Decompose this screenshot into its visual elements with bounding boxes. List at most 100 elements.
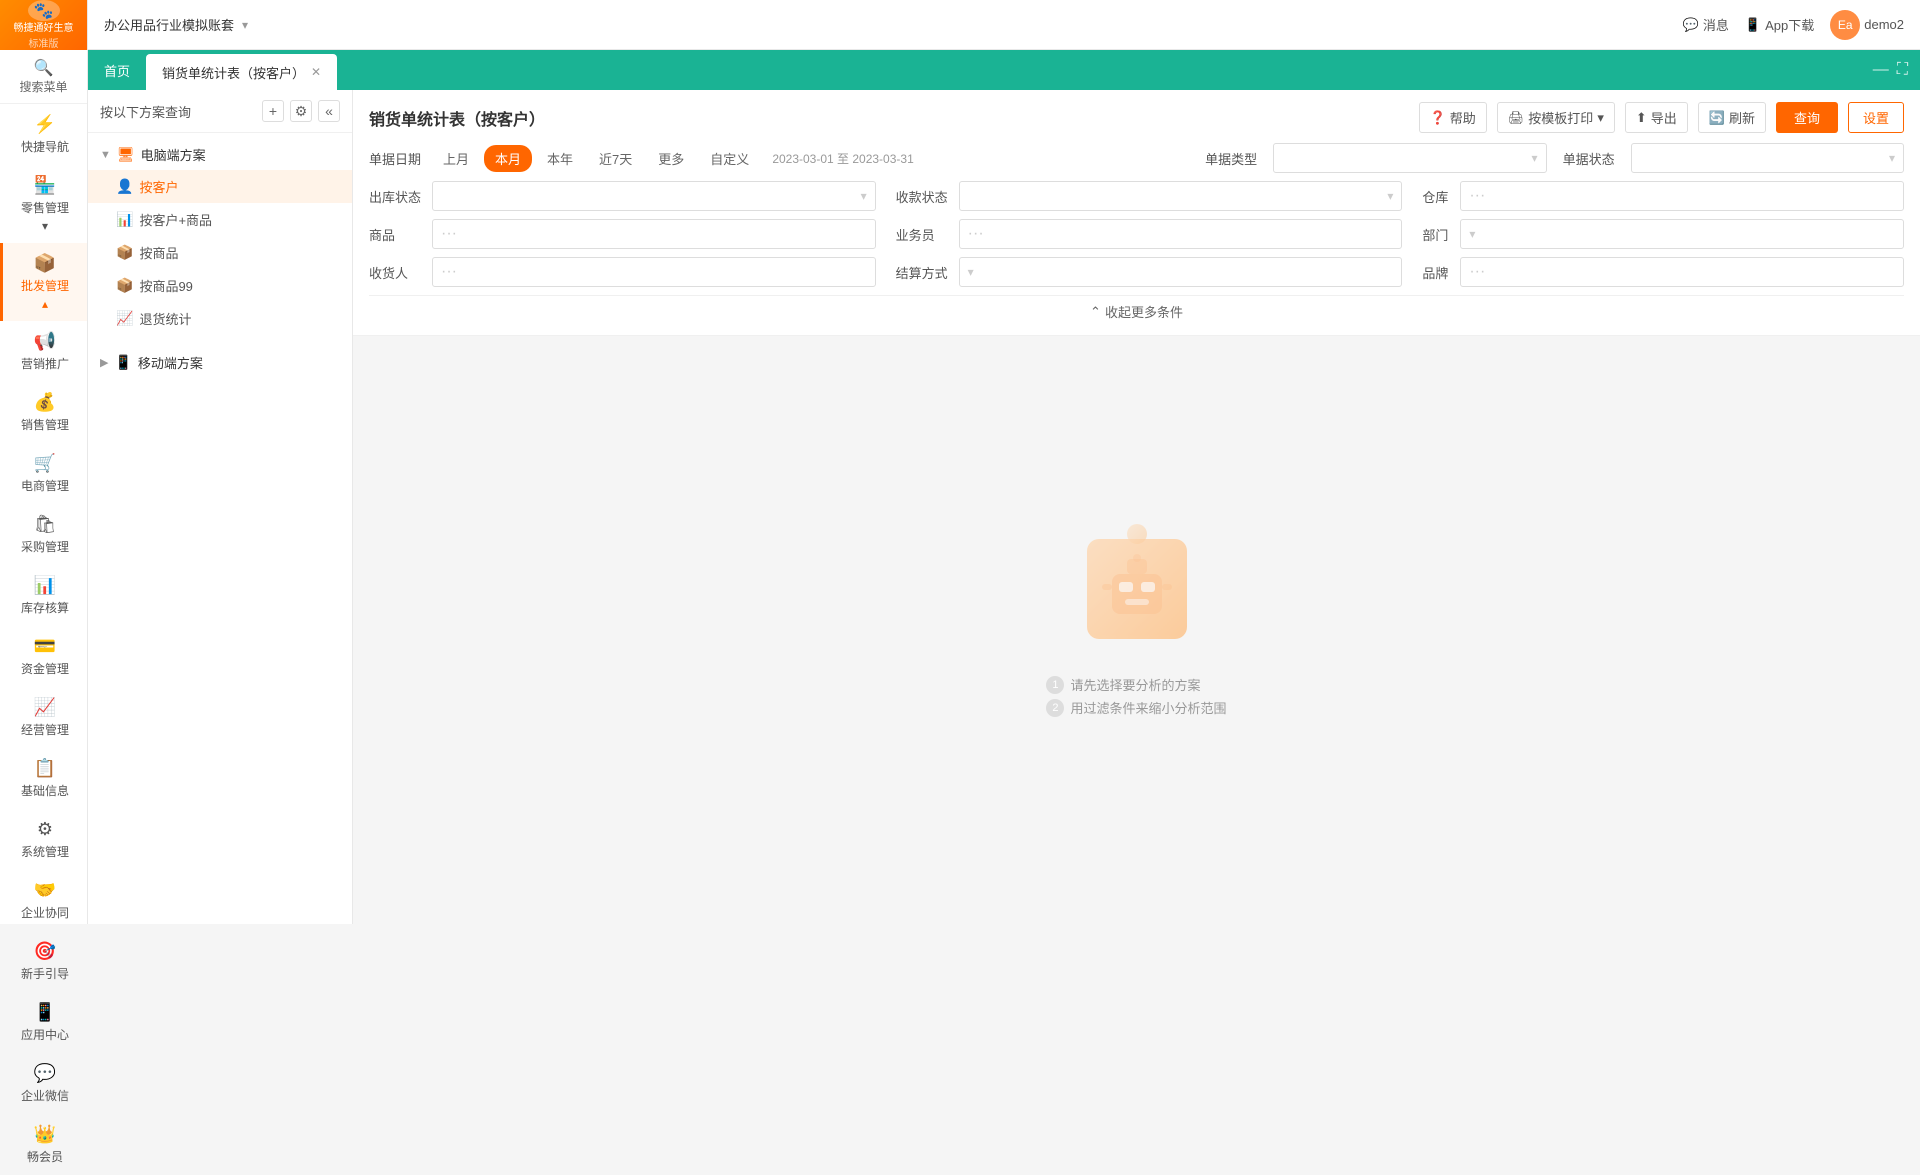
header-title: 办公用品行业模拟账套 xyxy=(104,15,234,34)
sidebar-item-wechat[interactable]: 💬 企业微信 xyxy=(0,1053,87,1114)
wholesale-label: 批发管理 xyxy=(21,277,69,294)
sidebar-item-purchase[interactable]: 🛍 采购管理 xyxy=(0,504,87,565)
sidebar-item-wholesale[interactable]: 📦 批发管理 ▴ xyxy=(0,243,87,321)
tab-minimize-icon[interactable]: — xyxy=(1873,61,1889,79)
date-tab-last-month[interactable]: 上月 xyxy=(432,145,480,172)
sidebar-item-quick-nav[interactable]: ⚡ 快捷导航 xyxy=(0,104,87,165)
receiver-label: 收货人 xyxy=(369,263,424,282)
sidebar-item-sales[interactable]: 💰 销售管理 xyxy=(0,382,87,443)
sidebar-item-enterprise[interactable]: 🤝 企业协同 xyxy=(0,870,87,931)
header-dropdown-icon[interactable]: ▾ xyxy=(242,18,248,32)
date-tab-this-year[interactable]: 本年 xyxy=(536,145,584,172)
warehouse-input[interactable]: ··· xyxy=(1460,181,1904,211)
scheme-item-by-customer-product[interactable]: 📊 按客户+商品 xyxy=(88,203,352,236)
desktop-scheme-group: ▼ 🖥 电脑端方案 👤 按客户 📊 按客户+商品 📦 按商品 xyxy=(88,133,352,341)
department-dropdown-icon: ▾ xyxy=(1469,227,1475,241)
desktop-group-header[interactable]: ▼ 🖥 电脑端方案 xyxy=(88,139,352,170)
doc-status-input[interactable]: ▾ xyxy=(1631,143,1904,173)
export-icon: ⬆ xyxy=(1636,110,1647,126)
sidebar-item-search[interactable]: 🔍 搜索菜单 xyxy=(0,50,87,104)
tab-maximize-icon[interactable]: ⛶ xyxy=(1897,61,1908,79)
date-tab-last-7-days[interactable]: 近7天 xyxy=(588,145,643,172)
refresh-btn[interactable]: 🔄 刷新 xyxy=(1698,102,1766,133)
by-customer-product-label: 按客户+商品 xyxy=(139,210,212,229)
payment-status-input[interactable]: ▾ xyxy=(959,181,1403,211)
filter-row-2: 出库状态 ▾ 收款状态 ▾ 仓库 ··· xyxy=(369,181,1904,211)
by-product-label: 按商品 xyxy=(139,243,178,262)
newbie-label: 新手引导 xyxy=(21,965,69,982)
out-status-dropdown-icon: ▾ xyxy=(861,189,867,203)
scheme-collapse-btn[interactable]: « xyxy=(318,100,340,122)
finance-label: 资金管理 xyxy=(21,660,69,677)
settlement-input[interactable]: ▾ xyxy=(959,257,1403,287)
template-print-btn[interactable]: 🖨 按模板打印 ▾ xyxy=(1497,102,1615,133)
mobile-group-header[interactable]: ▶ 📱 移动端方案 xyxy=(88,347,352,378)
app-download-btn[interactable]: 📱 App下载 xyxy=(1745,15,1814,34)
sidebar-item-ecommerce[interactable]: 🛒 电商管理 xyxy=(0,443,87,504)
receiver-ellipsis-icon: ··· xyxy=(441,263,457,281)
scheme-add-btn[interactable]: + xyxy=(262,100,284,122)
scheme-item-by-customer[interactable]: 👤 按客户 xyxy=(88,170,352,203)
basic-label: 基础信息 xyxy=(21,782,69,799)
sidebar-item-marketing[interactable]: 📢 营销推广 xyxy=(0,321,87,382)
date-tab-custom[interactable]: 自定义 xyxy=(699,145,760,172)
help-btn[interactable]: ❓ 帮助 xyxy=(1419,102,1487,133)
sidebar-item-newbie[interactable]: 🎯 新手引导 xyxy=(0,931,87,992)
by-product-99-icon: 📦 xyxy=(116,277,133,294)
scheme-item-by-product[interactable]: 📦 按商品 xyxy=(88,236,352,269)
refresh-label: 刷新 xyxy=(1729,108,1755,127)
date-tab-more[interactable]: 更多 xyxy=(647,145,695,172)
by-product-99-label: 按商品99 xyxy=(139,276,192,295)
department-input[interactable]: ▾ xyxy=(1460,219,1904,249)
content-area: 销货单统计表（按客户） ❓ 帮助 🖨 按模板打印 ▾ ⬆ xyxy=(353,90,1920,924)
collapse-filters-btn[interactable]: ⌃ 收起更多条件 xyxy=(369,295,1904,327)
sidebar-item-retail[interactable]: 🏪 零售管理 ▾ xyxy=(0,165,87,243)
tab-home[interactable]: 首页 xyxy=(88,50,146,90)
date-tab-this-month[interactable]: 本月 xyxy=(484,145,532,172)
product-ellipsis-icon: ··· xyxy=(441,225,457,243)
sidebar-item-inventory[interactable]: 📊 库存核算 xyxy=(0,565,87,626)
tab-close-icon[interactable]: ✕ xyxy=(311,65,321,79)
out-status-input[interactable]: ▾ xyxy=(432,181,876,211)
sidebar-item-system[interactable]: ⚙ 系统管理 xyxy=(0,809,87,870)
scheme-item-return-stats[interactable]: 📈 退货统计 xyxy=(88,302,352,335)
app-logo: 🐾 畅捷通好生意 标准版 xyxy=(0,0,87,50)
salesperson-input[interactable]: ··· xyxy=(959,219,1403,249)
scheme-item-by-product-99[interactable]: 📦 按商品99 xyxy=(88,269,352,302)
receiver-input[interactable]: ··· xyxy=(432,257,876,287)
sidebar-item-basic[interactable]: 📋 基础信息 xyxy=(0,748,87,809)
empty-state: 1 请先选择要分析的方案 2 用过滤条件来缩小分析范围 xyxy=(353,336,1920,924)
settings-btn[interactable]: 设置 xyxy=(1848,102,1904,133)
purchase-label: 采购管理 xyxy=(21,538,69,555)
query-btn[interactable]: 查询 xyxy=(1776,102,1838,133)
retail-icon: 🏪 xyxy=(34,175,56,196)
retail-arrow-icon: ▾ xyxy=(42,219,48,233)
scheme-panel: 按以下方案查询 + ⚙ « ▼ 🖥 电脑端方案 👤 按客户 xyxy=(88,90,353,924)
app-download-icon: 📱 xyxy=(1745,17,1761,33)
message-icon: 💬 xyxy=(1683,17,1699,33)
doc-type-input[interactable]: ▾ xyxy=(1273,143,1546,173)
logo-text: 畅捷通好生意 xyxy=(14,23,74,35)
tab-sales-stats[interactable]: 销货单统计表（按客户） ✕ xyxy=(146,54,337,90)
product-input[interactable]: ··· xyxy=(432,219,876,249)
scheme-settings-btn[interactable]: ⚙ xyxy=(290,100,312,122)
message-btn[interactable]: 💬 消息 xyxy=(1683,15,1729,34)
system-icon: ⚙ xyxy=(37,819,53,840)
sidebar-item-finance[interactable]: 💳 资金管理 xyxy=(0,626,87,687)
logo-icon: 🐾 xyxy=(28,0,60,21)
sidebar-item-app-center[interactable]: 📱 应用中心 xyxy=(0,992,87,1053)
user-profile[interactable]: Ea demo2 xyxy=(1830,10,1904,40)
app-center-icon: 📱 xyxy=(34,1002,56,1023)
export-btn[interactable]: ⬆ 导出 xyxy=(1625,102,1688,133)
by-customer-icon: 👤 xyxy=(116,178,133,195)
collapse-up-icon: ⌃ xyxy=(1090,304,1101,320)
desktop-group-arrow: ▼ xyxy=(100,149,111,161)
settlement-label: 结算方式 xyxy=(896,263,951,282)
filter-row-4: 收货人 ··· 结算方式 ▾ 品牌 ··· xyxy=(369,257,1904,287)
empty-state-illustration xyxy=(1077,539,1197,659)
department-label: 部门 xyxy=(1422,225,1452,244)
sidebar-item-operations[interactable]: 📈 经营管理 xyxy=(0,687,87,748)
brand-input[interactable]: ··· xyxy=(1460,257,1904,287)
payment-status-dropdown-icon: ▾ xyxy=(1387,189,1393,203)
sidebar-item-member[interactable]: 👑 畅会员 xyxy=(0,1114,87,1175)
